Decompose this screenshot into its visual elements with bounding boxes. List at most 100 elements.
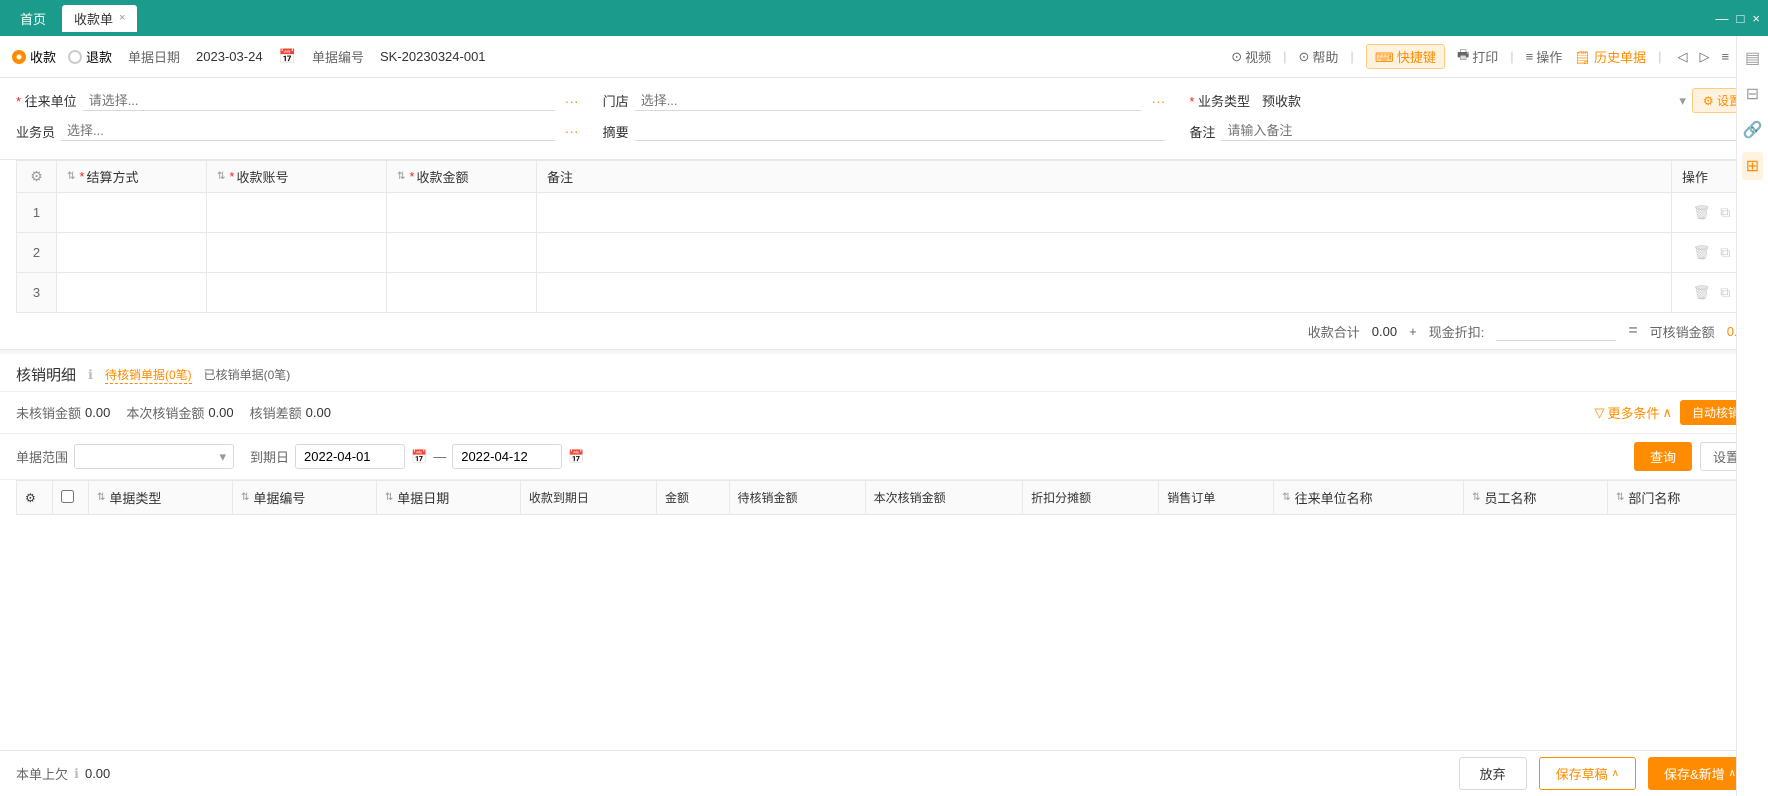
tab-receipt[interactable]: 收款单 × (62, 5, 137, 32)
table-gear-icon[interactable]: ⚙ (27, 168, 46, 185)
partner-field: 往来单位 ··· (16, 91, 579, 111)
copy-icon-1[interactable]: ⧉ (1720, 204, 1730, 220)
calendar-icon[interactable]: 📅 (279, 48, 296, 65)
bottom-col-employee[interactable]: ⇅员工名称 (1464, 481, 1608, 515)
cell-amount-2[interactable] (387, 233, 537, 273)
tab-close-icon[interactable]: × (119, 12, 125, 24)
sort-num-icon: ⇅ (241, 492, 249, 503)
row-num-2: 2 (17, 233, 57, 273)
copy-icon-2[interactable]: ⧉ (1720, 244, 1730, 260)
section-info-icon[interactable]: ℹ (88, 367, 93, 383)
cell-amount-3[interactable] (387, 273, 537, 313)
discount-input[interactable] (1496, 321, 1616, 341)
footer-info-icon[interactable]: ℹ (74, 766, 79, 782)
diff-value: 0.00 (306, 405, 331, 420)
cell-amount-1[interactable] (387, 193, 537, 233)
print-btn[interactable]: 🖶 打印 (1457, 46, 1498, 68)
discard-button[interactable]: 放弃 (1459, 757, 1527, 790)
calendar-from-icon[interactable]: 📅 (411, 449, 427, 465)
employee-more-icon[interactable]: ··· (565, 123, 579, 139)
right-sidebar: ▤ ⊟ 🔗 ⊞ (1736, 36, 1768, 796)
table-row: 3 🗑 ⧉ (17, 273, 1752, 313)
bottom-col-store[interactable]: ⇅部门名称 (1608, 481, 1752, 515)
diff-label: 核销差额 (250, 403, 302, 422)
sidebar-list-icon[interactable]: ⊟ (1742, 80, 1763, 108)
table-area: ⚙ ⇅ * 结算方式 ⇅ * 收款账号 (0, 160, 1768, 313)
video-btn[interactable]: ⊙ 视频 (1231, 47, 1271, 66)
cell-note-2[interactable] (537, 233, 1672, 273)
range-label: 单据范围 (16, 447, 68, 466)
date-dash: — (433, 449, 446, 464)
number-label: 单据编号 (312, 47, 364, 66)
store-more-icon[interactable]: ··· (1151, 93, 1165, 109)
cell-account-1[interactable] (207, 193, 387, 233)
history-btn[interactable]: 🗒 历史单据 (1574, 47, 1646, 66)
help-btn[interactable]: ⊙ 帮助 (1299, 47, 1339, 66)
done-tag[interactable]: 已核销单据(0笔) (204, 366, 291, 383)
sidebar-grid-icon[interactable]: ⊞ (1742, 152, 1763, 180)
cell-account-2[interactable] (207, 233, 387, 273)
discount-label: 现金折扣: (1429, 322, 1485, 341)
chevron-up-icon: ∧ (1662, 405, 1672, 421)
layout-list-icon[interactable]: ≡ (1718, 47, 1734, 67)
range-select[interactable] (74, 444, 234, 469)
note-label: 备注 (1189, 122, 1215, 141)
minimize-icon[interactable]: — (1716, 11, 1729, 26)
radio-receive[interactable]: 收款 (12, 47, 56, 66)
tab-home[interactable]: 首页 (8, 5, 58, 32)
due-date-field: 到期日 📅 — 📅 (250, 444, 584, 469)
bottom-col-checkbox[interactable] (53, 481, 89, 515)
bottom-col-gear[interactable]: ⚙ (17, 481, 53, 515)
copy-icon-3[interactable]: ⧉ (1720, 284, 1730, 300)
row-num-1: 1 (17, 193, 57, 233)
draft-button[interactable]: 保存草稿 ∧ (1539, 757, 1636, 790)
select-all-checkbox[interactable] (61, 490, 74, 503)
cell-note-3[interactable] (537, 273, 1672, 313)
employee-input[interactable] (61, 121, 555, 141)
radio-refund[interactable]: 退款 (68, 47, 112, 66)
note-input[interactable] (1221, 121, 1752, 141)
partner-input[interactable] (83, 91, 555, 111)
delete-icon-3[interactable]: 🗑 (1693, 284, 1711, 300)
business-type-dropdown-icon[interactable]: ▾ (1679, 93, 1686, 109)
shortcut-btn[interactable]: ⌨ 快捷键 (1366, 44, 1445, 69)
cell-account-3[interactable] (207, 273, 387, 313)
help-icon: ⊙ (1299, 49, 1310, 65)
table-col-settings: ⚙ (17, 161, 57, 193)
store-input[interactable] (635, 91, 1142, 111)
sidebar-link-icon[interactable]: 🔗 (1739, 116, 1767, 144)
business-type-field: 业务类型 预收款 ▾ ⚙ 设置 (1189, 88, 1752, 113)
bottom-col-date[interactable]: ⇅单据日期 (376, 481, 520, 515)
cell-payment-3[interactable] (57, 273, 207, 313)
bottom-col-partner[interactable]: ⇅往来单位名称 (1274, 481, 1464, 515)
business-type-value: 预收款 (1256, 89, 1673, 112)
date-from-input[interactable] (295, 444, 405, 469)
calendar-to-icon[interactable]: 📅 (568, 449, 584, 465)
section-title: 核销明细 (16, 364, 76, 385)
cell-note-1[interactable] (537, 193, 1672, 233)
sidebar-table-icon[interactable]: ▤ (1741, 44, 1764, 72)
cell-payment-2[interactable] (57, 233, 207, 273)
more-conditions-btn[interactable]: ▽ 更多条件 ∧ (1594, 403, 1672, 422)
summary-input[interactable] (635, 121, 1166, 141)
maximize-icon[interactable]: □ (1737, 11, 1745, 26)
bottom-col-current: 本次核销金额 (865, 481, 1022, 515)
ops-btn[interactable]: ≡ 操作 (1526, 47, 1563, 66)
layout-prev-icon[interactable]: ◁ (1674, 47, 1692, 67)
layout-next-icon[interactable]: ▷ (1696, 47, 1714, 67)
bottom-col-number[interactable]: ⇅单据编号 (232, 481, 376, 515)
filter-row: 单据范围 到期日 📅 — 📅 查询 设置 (0, 433, 1768, 480)
bottom-col-type[interactable]: ⇅单据类型 (89, 481, 233, 515)
delete-icon-2[interactable]: 🗑 (1693, 244, 1711, 260)
sort-icon-amount: ⇅ (397, 171, 405, 182)
delete-icon-1[interactable]: 🗑 (1693, 204, 1711, 220)
window-close-icon[interactable]: × (1752, 11, 1760, 26)
query-btn[interactable]: 查询 (1634, 442, 1692, 471)
cell-payment-1[interactable] (57, 193, 207, 233)
pending-tag[interactable]: 待核销单据(0笔) (105, 366, 192, 384)
main-content: 收款 退款 单据日期 2023-03-24 📅 单据编号 SK-20230324… (0, 36, 1768, 796)
partner-more-icon[interactable]: ··· (565, 93, 579, 109)
col-amount: ⇅ * 收款金额 (387, 161, 537, 193)
date-to-input[interactable] (452, 444, 562, 469)
receipt-table: ⚙ ⇅ * 结算方式 ⇅ * 收款账号 (16, 160, 1752, 313)
